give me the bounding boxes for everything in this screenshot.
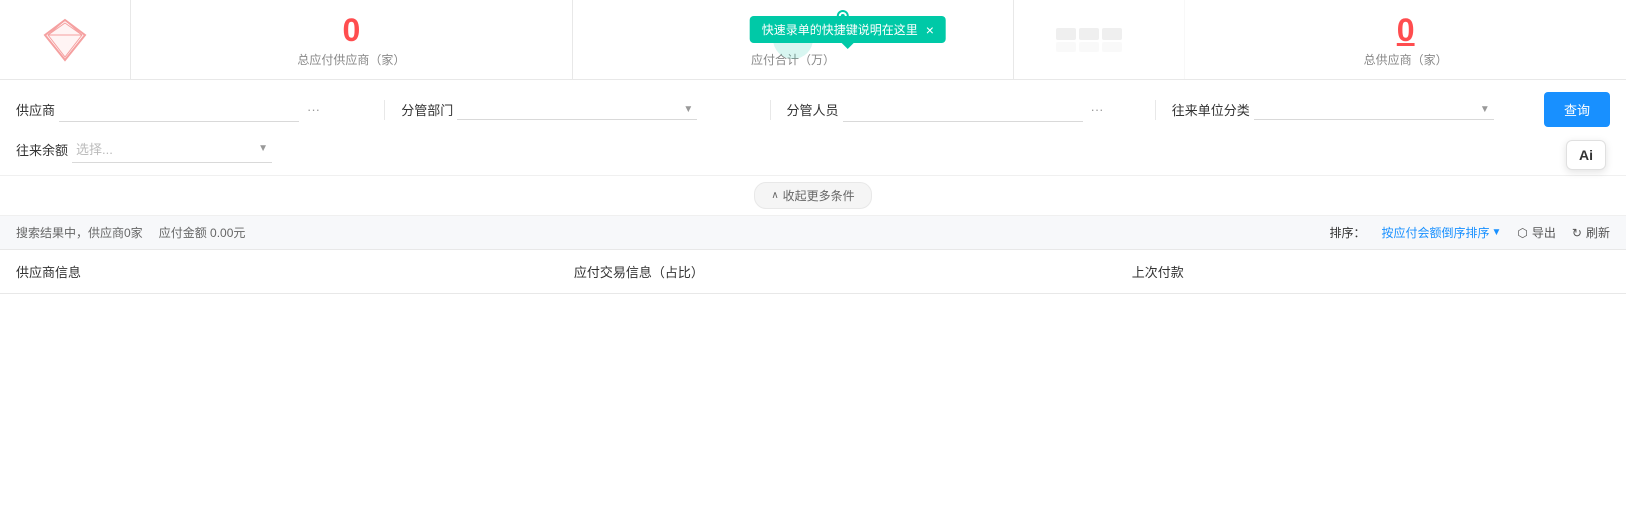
refresh-btn[interactable]: ↻ 刷新: [1572, 224, 1610, 241]
total-suppliers-label: 总供应商（家）: [1364, 51, 1448, 68]
collapse-up-icon: ∧: [771, 190, 778, 201]
table-header: 供应商信息 应付交易信息（占比） 上次付款: [0, 250, 1626, 294]
suppliers-count: 搜索结果中，供应商0家: [16, 224, 143, 241]
stat-total-payable-suppliers: 0 总应付供应商（家）: [131, 0, 573, 79]
sort-value-btn[interactable]: 按应付会额倒序排序 ▼: [1382, 224, 1502, 241]
filter-row-2: 往来余额 选择... ▼: [16, 135, 1610, 163]
tooltip-container: 快速录单的快捷键说明在这里 ×: [819, 8, 877, 20]
stat-middle-decor: [1014, 0, 1185, 79]
table-body: [0, 294, 1626, 494]
filter-supplier: 供应商 ···: [16, 98, 368, 122]
refresh-icon: ↻: [1572, 226, 1582, 240]
balance-select[interactable]: 选择... ▼: [72, 135, 272, 163]
sort-label: 排序：: [1329, 224, 1365, 241]
diamond-logo-icon: [40, 15, 90, 65]
divider-3: [1155, 100, 1156, 120]
balance-label: 往来余额: [16, 140, 68, 159]
export-icon: ⬡: [1517, 226, 1527, 240]
supplier-more-btn[interactable]: ···: [303, 102, 324, 117]
unit-category-label: 往来单位分类: [1172, 100, 1250, 119]
total-suppliers-value: 0: [1397, 11, 1415, 49]
export-label: 导出: [1532, 224, 1556, 241]
divider-2: [770, 100, 771, 120]
person-input[interactable]: [843, 98, 1083, 122]
result-bar: 搜索结果中，供应商0家 应付金额 0.00元 排序： 按应付会额倒序排序 ▼ ⬡…: [0, 216, 1626, 250]
total-payable-suppliers-value: 0: [342, 11, 360, 49]
filter-section: 供应商 ··· 分管部门 ▼ 分管人员 ··· 往来单位分类 ▼: [0, 80, 1626, 176]
tooltip-text: 快速录单的快捷键说明在这里: [762, 21, 918, 38]
department-chevron-icon: ▼: [683, 104, 693, 115]
unit-category-chevron-icon: ▼: [1480, 104, 1490, 115]
collapse-btn-label: 收起更多条件: [783, 187, 855, 204]
export-btn[interactable]: ⬡ 导出: [1517, 224, 1556, 241]
decor-boxes-icon: [1054, 20, 1144, 60]
collapse-bar: ∧ 收起更多条件: [0, 176, 1626, 216]
person-label: 分管人员: [787, 100, 839, 119]
table-col-last-payment: 上次付款: [1132, 262, 1610, 281]
stat-logo: [0, 0, 131, 79]
department-select[interactable]: ▼: [457, 100, 697, 120]
supplier-input[interactable]: [59, 98, 299, 122]
department-label: 分管部门: [401, 100, 453, 119]
result-info: 搜索结果中，供应商0家 应付金额 0.00元: [16, 224, 245, 241]
table-col-supplier-info: 供应商信息: [16, 262, 574, 281]
supplier-label: 供应商: [16, 100, 55, 119]
refresh-label: 刷新: [1586, 224, 1610, 241]
person-more-btn[interactable]: ···: [1087, 102, 1108, 117]
stat-total-suppliers: 0 总供应商（家）: [1185, 0, 1626, 79]
filter-unit-category: 往来单位分类 ▼: [1172, 100, 1524, 120]
ai-badge[interactable]: Ai: [1566, 140, 1606, 170]
filter-person: 分管人员 ···: [787, 98, 1139, 122]
divider-1: [384, 100, 385, 120]
total-payable-suppliers-label: 总应付供应商（家）: [297, 51, 405, 68]
sort-chevron-icon: ▼: [1492, 227, 1502, 238]
filter-department: 分管部门 ▼: [401, 100, 753, 120]
query-button[interactable]: 查询: [1544, 92, 1610, 127]
table-col-transaction-info: 应付交易信息（占比）: [574, 262, 1132, 281]
payable-amount: 应付金额 0.00元: [159, 224, 246, 241]
unit-category-select[interactable]: ▼: [1254, 100, 1494, 120]
balance-placeholder: 选择...: [76, 139, 258, 158]
balance-chevron-icon: ▼: [258, 143, 268, 154]
collapse-more-btn[interactable]: ∧ 收起更多条件: [754, 182, 871, 209]
result-actions: 排序： 按应付会额倒序排序 ▼ ⬡ 导出 ↻ 刷新: [1329, 224, 1610, 241]
stats-bar: 0 总应付供应商（家） 0.00 应付合计（万） 快速录单的快捷键说明在这里: [0, 0, 1626, 80]
filter-row-1: 供应商 ··· 分管部门 ▼ 分管人员 ··· 往来单位分类 ▼: [16, 92, 1610, 127]
filter-balance: 往来余额 选择... ▼: [16, 135, 316, 163]
tooltip-close-btn[interactable]: ×: [926, 23, 934, 37]
sort-value-text: 按应付会额倒序排序: [1382, 224, 1490, 241]
quick-shortcut-tooltip: 快速录单的快捷键说明在这里 ×: [750, 16, 946, 43]
